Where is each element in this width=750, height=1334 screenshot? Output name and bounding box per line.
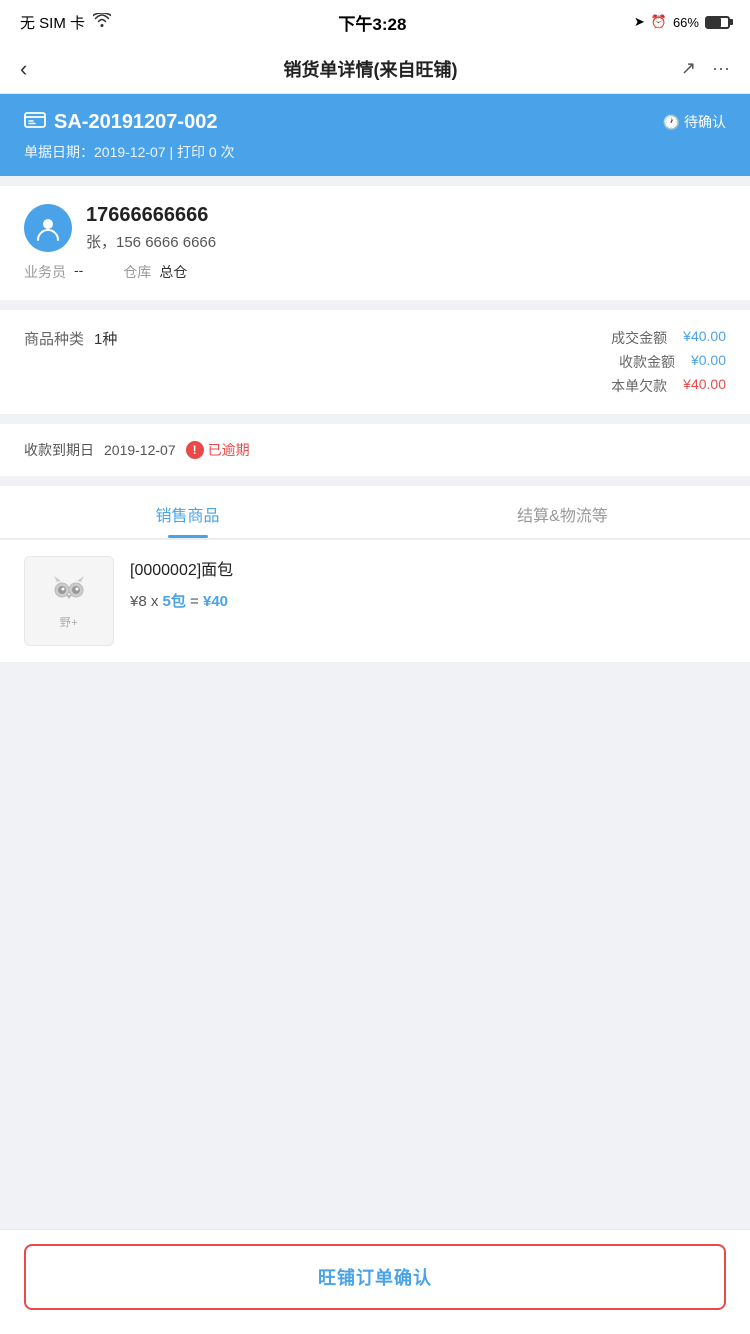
multiply-sign: x <box>151 593 163 610</box>
gray-fill-area <box>0 662 750 862</box>
owed-line: 本单欠款 ¥40.00 <box>611 376 726 396</box>
status-carrier: 无 SIM 卡 <box>20 12 111 33</box>
salesperson-value: -- <box>74 262 83 282</box>
total-price: ¥40 <box>203 593 228 610</box>
product-name: [0000002]面包 <box>130 556 726 580</box>
product-thumbnail: 野+ <box>24 556 114 646</box>
payment-line: 收款金额 ¥0.00 <box>619 352 726 372</box>
tabs-row: 销售商品 结算&物流等 <box>0 486 750 539</box>
order-id: SA-20191207-002 <box>24 110 217 134</box>
order-date: 单据日期：2019-12-07 | 打印 0 次 <box>24 142 726 162</box>
customer-info: 17666666666 张，156 6666 6666 <box>86 204 216 252</box>
quantity: 5包 <box>163 593 186 610</box>
warehouse-item: 仓库 总仓 <box>123 262 187 282</box>
product-info: [0000002]面包 ¥8 x 5包 = ¥40 <box>130 556 726 611</box>
customer-meta: 业务员 -- 仓库 总仓 <box>24 262 726 282</box>
back-button[interactable]: ‹ <box>20 56 60 82</box>
product-types-value: 1种 <box>94 328 117 349</box>
customer-row: 17666666666 张，156 6666 6666 <box>24 204 726 252</box>
stats-section: 商品种类 1种 成交金额 ¥40.00 收款金额 ¥0.00 本单欠款 ¥40.… <box>0 310 750 414</box>
clock-icon: 🕐 <box>663 114 680 131</box>
due-label: 收款到期日 <box>24 440 94 460</box>
alarm-icon: ⏰ <box>651 14 667 30</box>
share-button[interactable]: ↗ <box>681 58 696 79</box>
tabs-section: 销售商品 结算&物流等 <box>0 486 750 662</box>
owed-value: ¥40.00 <box>683 376 726 396</box>
order-header: SA-20191207-002 🕐 待确认 单据日期：2019-12-07 | … <box>0 94 750 176</box>
payment-value: ¥0.00 <box>691 352 726 372</box>
transaction-label: 成交金额 <box>611 328 667 348</box>
tab-settlement[interactable]: 结算&物流等 <box>375 486 750 538</box>
page-title: 销货单详情(来自旺铺) <box>60 56 681 82</box>
overdue-icon: ! <box>186 441 204 459</box>
confirm-order-button[interactable]: 旺铺订单确认 <box>24 1244 726 1310</box>
nav-actions: ↗ ··· <box>681 58 730 79</box>
owed-label: 本单欠款 <box>611 376 667 396</box>
battery-icon <box>705 16 730 29</box>
stats-row: 商品种类 1种 成交金额 ¥40.00 收款金额 ¥0.00 本单欠款 ¥40.… <box>24 328 726 396</box>
nav-bar: ‹ 销货单详情(来自旺铺) ↗ ··· <box>0 44 750 94</box>
product-item: 野+ [0000002]面包 ¥8 x 5包 = ¥40 <box>0 539 750 662</box>
overdue-badge: ! 已逾期 <box>186 440 250 460</box>
status-time: 下午3:28 <box>338 10 406 35</box>
unit-price: ¥8 <box>130 593 147 610</box>
location-icon: ➤ <box>634 14 645 30</box>
overdue-text: 已逾期 <box>208 440 250 460</box>
warehouse-label: 仓库 <box>123 262 151 282</box>
tab-sales-products[interactable]: 销售商品 <box>0 486 375 538</box>
equals-sign: = <box>190 593 203 610</box>
salesperson-item: 业务员 -- <box>24 262 83 282</box>
status-bar: 无 SIM 卡 下午3:28 ➤ ⏰ 66% <box>0 0 750 44</box>
payment-label: 收款金额 <box>619 352 675 372</box>
avatar <box>24 204 72 252</box>
transaction-line: 成交金额 ¥40.00 <box>611 328 726 348</box>
product-types-label: 商品种类 <box>24 328 84 349</box>
salesperson-label: 业务员 <box>24 262 66 282</box>
status-battery: ➤ ⏰ 66% <box>634 14 730 30</box>
customer-phone: 17666666666 <box>86 204 216 227</box>
customer-section: 17666666666 张，156 6666 6666 业务员 -- 仓库 总仓 <box>0 186 750 300</box>
due-date-section: 收款到期日 2019-12-07 ! 已逾期 <box>0 424 750 476</box>
order-icon <box>24 110 46 134</box>
order-header-top: SA-20191207-002 🕐 待确认 <box>24 110 726 134</box>
bottom-bar: 旺铺订单确认 <box>0 1229 750 1334</box>
stats-right: 成交金额 ¥40.00 收款金额 ¥0.00 本单欠款 ¥40.00 <box>611 328 726 396</box>
more-button[interactable]: ··· <box>712 58 730 79</box>
product-price: ¥8 x 5包 = ¥40 <box>130 590 726 611</box>
due-date-value: 2019-12-07 <box>104 442 176 458</box>
product-types: 商品种类 1种 <box>24 328 117 349</box>
customer-name: 张，156 6666 6666 <box>86 231 216 252</box>
battery-percent: 66% <box>673 15 699 30</box>
order-status: 🕐 待确认 <box>663 112 726 132</box>
warehouse-value: 总仓 <box>159 262 187 282</box>
wifi-icon <box>93 13 111 31</box>
carrier-text: 无 SIM 卡 <box>20 12 85 33</box>
due-row: 收款到期日 2019-12-07 ! 已逾期 <box>24 440 726 460</box>
transaction-value: ¥40.00 <box>683 328 726 348</box>
